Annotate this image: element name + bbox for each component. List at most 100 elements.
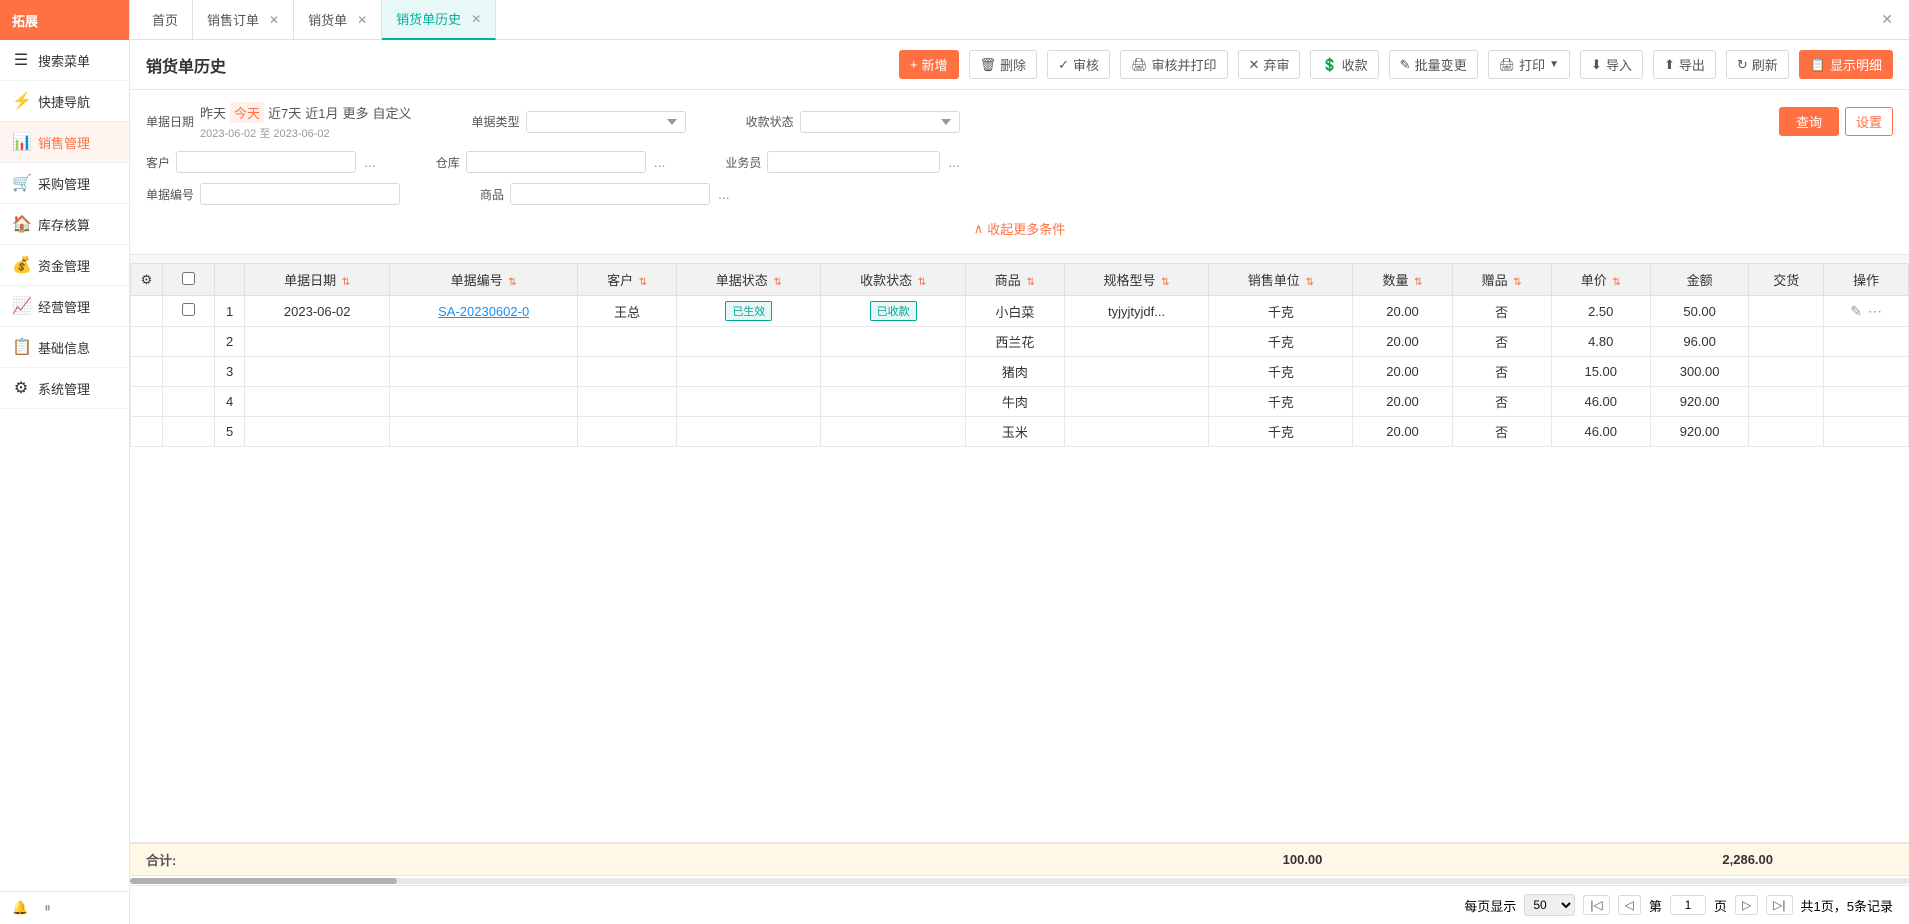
doc-status-column-header[interactable]: 单据状态 ⇅ <box>677 264 821 296</box>
audit-button[interactable]: ✓ 审核 <box>1047 50 1110 79</box>
salesperson-dots-button[interactable]: ... <box>948 154 960 170</box>
shortcut-yesterday[interactable]: 昨天 <box>200 103 226 122</box>
row-edit-icon[interactable]: ✎ <box>1850 303 1862 320</box>
sales-unit-column-header[interactable]: 销售单位 ⇅ <box>1209 264 1353 296</box>
docno-input[interactable] <box>200 183 400 205</box>
row-checkbox-cell <box>163 296 215 327</box>
doc-status-sort-icon: ⇅ <box>773 277 781 288</box>
export-button[interactable]: ⬆ 导出 <box>1653 50 1716 79</box>
doc-no-column-header[interactable]: 单据编号 ⇅ <box>390 264 578 296</box>
row-transaction-cell <box>1749 327 1824 357</box>
last-page-button[interactable]: ▷| <box>1766 895 1792 915</box>
page-title: 销货单历史 <box>146 53 226 77</box>
row-more-icon[interactable]: ⋯ <box>1868 303 1882 320</box>
row-gift-cell: 否 <box>1452 357 1551 387</box>
row-checkbox-cell <box>163 357 215 387</box>
close-all-tabs-button[interactable]: ✕ <box>1873 11 1901 28</box>
unit-price-column-header[interactable]: 单价 ⇅ <box>1551 264 1650 296</box>
row-checkbox[interactable] <box>182 303 195 316</box>
pause-icon[interactable]: ⏸ <box>44 900 51 916</box>
page-content-area: 销货单历史 + 新增 🗑 删除 ✓ 审核 🖨 审核并打印 <box>130 40 1909 924</box>
shortcut-today[interactable]: 今天 <box>230 102 264 123</box>
row-amount-cell: 920.00 <box>1650 417 1749 447</box>
pay-status-column-header[interactable]: 收款状态 ⇅ <box>821 264 965 296</box>
collect-button[interactable]: 💲 收款 <box>1310 50 1378 79</box>
date-label: 单据日期 <box>146 113 194 130</box>
sidebar-item-basic-info[interactable]: 📋 基础信息 <box>0 327 129 368</box>
refresh-button[interactable]: ↻ 刷新 <box>1726 50 1789 79</box>
row-checkbox-cell <box>163 387 215 417</box>
abandon-button[interactable]: ✕ 弃审 <box>1238 50 1301 79</box>
goods-dots-button[interactable]: ... <box>718 186 730 202</box>
new-button[interactable]: + 新增 <box>899 50 959 79</box>
salesperson-input[interactable] <box>767 151 940 173</box>
row-no-cell: 2 <box>215 327 245 357</box>
sidebar-item-inventory[interactable]: 🏠 库存核算 <box>0 204 129 245</box>
qty-column-header[interactable]: 数量 ⇅ <box>1353 264 1452 296</box>
goods-input[interactable] <box>510 183 710 205</box>
tab-sales-history-close[interactable]: ✕ <box>471 12 481 26</box>
tab-sales-delivery-close[interactable]: ✕ <box>357 13 367 27</box>
row-goods-cell: 西兰花 <box>965 327 1064 357</box>
per-page-select[interactable]: 50 100 200 <box>1524 894 1575 916</box>
sidebar-item-system-mgmt[interactable]: ⚙ 系统管理 <box>0 368 129 409</box>
sidebar-item-finance[interactable]: 💰 资金管理 <box>0 245 129 286</box>
shortcut-custom[interactable]: 自定义 <box>373 103 412 122</box>
row-action-cell <box>1824 357 1909 387</box>
tab-sales-delivery[interactable]: 销货单 ✕ <box>294 0 382 40</box>
shortcut-more[interactable]: 更多 <box>343 103 369 122</box>
shortcut-1month[interactable]: 近1月 <box>305 103 338 122</box>
goods-column-header[interactable]: 商品 ⇅ <box>965 264 1064 296</box>
select-all-checkbox[interactable] <box>182 272 195 285</box>
filter-warehouse-item: 仓库 ... <box>436 151 666 173</box>
tab-sales-history[interactable]: 销货单历史 ✕ <box>382 0 496 40</box>
doc-date-column-header[interactable]: 单据日期 ⇅ <box>245 264 390 296</box>
tab-sales-order[interactable]: 销售订单 ✕ <box>193 0 294 40</box>
row-qty-cell: 20.00 <box>1353 357 1452 387</box>
shortcut-7days[interactable]: 近7天 <box>268 103 301 122</box>
sales-mgmt-icon: 📊 <box>12 132 30 152</box>
collapse-filter-button[interactable]: ∧ 收起更多条件 <box>146 215 1893 242</box>
gear-icon[interactable]: ⚙ <box>141 272 153 287</box>
sidebar-item-purchase-mgmt[interactable]: 🛒 采购管理 <box>0 163 129 204</box>
row-action-buttons: ✎ ⋯ <box>1832 303 1900 320</box>
collapse-up-icon: ∧ <box>974 221 984 237</box>
customer-column-header[interactable]: 客户 ⇅ <box>578 264 677 296</box>
gift-column-header[interactable]: 赠品 ⇅ <box>1452 264 1551 296</box>
next-page-button[interactable]: ▷ <box>1735 895 1758 915</box>
warehouse-dots-button[interactable]: ... <box>654 154 666 170</box>
print-button[interactable]: 🖨 打印 ▼ <box>1488 50 1570 79</box>
audit-print-icon: 🖨 <box>1131 57 1148 73</box>
scroll-thumb[interactable] <box>130 878 397 884</box>
first-page-button[interactable]: |◁ <box>1583 895 1609 915</box>
toolbar: + 新增 🗑 删除 ✓ 审核 🖨 审核并打印 ✕ 弃审 <box>899 50 1893 79</box>
prev-page-button[interactable]: ◁ <box>1618 895 1641 915</box>
warehouse-input[interactable] <box>466 151 646 173</box>
spec-column-header[interactable]: 规格型号 ⇅ <box>1064 264 1208 296</box>
tab-home[interactable]: 首页 <box>138 0 193 40</box>
sidebar-item-search-menu[interactable]: ☰ 搜索菜单 <box>0 40 129 81</box>
sidebar-item-operation[interactable]: 📈 经营管理 <box>0 286 129 327</box>
audit-print-button[interactable]: 🖨 审核并打印 <box>1120 50 1228 79</box>
import-button[interactable]: ⬇ 导入 <box>1580 50 1643 79</box>
show-detail-button[interactable]: 📋 显示明细 <box>1799 50 1893 79</box>
sidebar-item-sales-mgmt[interactable]: 📊 销售管理 <box>0 122 129 163</box>
settings-button[interactable]: 设置 <box>1845 107 1893 136</box>
gear-column-header[interactable]: ⚙ <box>131 264 163 296</box>
customer-input[interactable] <box>176 151 356 173</box>
notification-icon[interactable]: 🔔 <box>12 900 28 916</box>
sidebar: 拓展 ☰ 搜索菜单 ⚡ 快捷导航 📊 销售管理 🛒 采购管理 🏠 库存核算 💰 … <box>0 0 130 924</box>
payment-status-select[interactable] <box>800 111 960 133</box>
tab-sales-order-close[interactable]: ✕ <box>269 13 279 27</box>
horizontal-scrollbar[interactable] <box>130 875 1909 885</box>
row-qty-cell: 20.00 <box>1353 327 1452 357</box>
sidebar-item-quick-nav[interactable]: ⚡ 快捷导航 <box>0 81 129 122</box>
delete-button[interactable]: 🗑 删除 <box>969 50 1038 79</box>
doc-type-select[interactable] <box>526 111 686 133</box>
collect-icon: 💲 <box>1321 57 1337 73</box>
customer-dots-button[interactable]: ... <box>364 154 376 170</box>
query-button[interactable]: 查询 <box>1779 107 1839 136</box>
doc-no-link[interactable]: SA-20230602-0 <box>438 304 529 319</box>
batch-change-button[interactable]: ✎ 批量变更 <box>1389 50 1478 79</box>
page-number-input[interactable] <box>1670 895 1706 915</box>
